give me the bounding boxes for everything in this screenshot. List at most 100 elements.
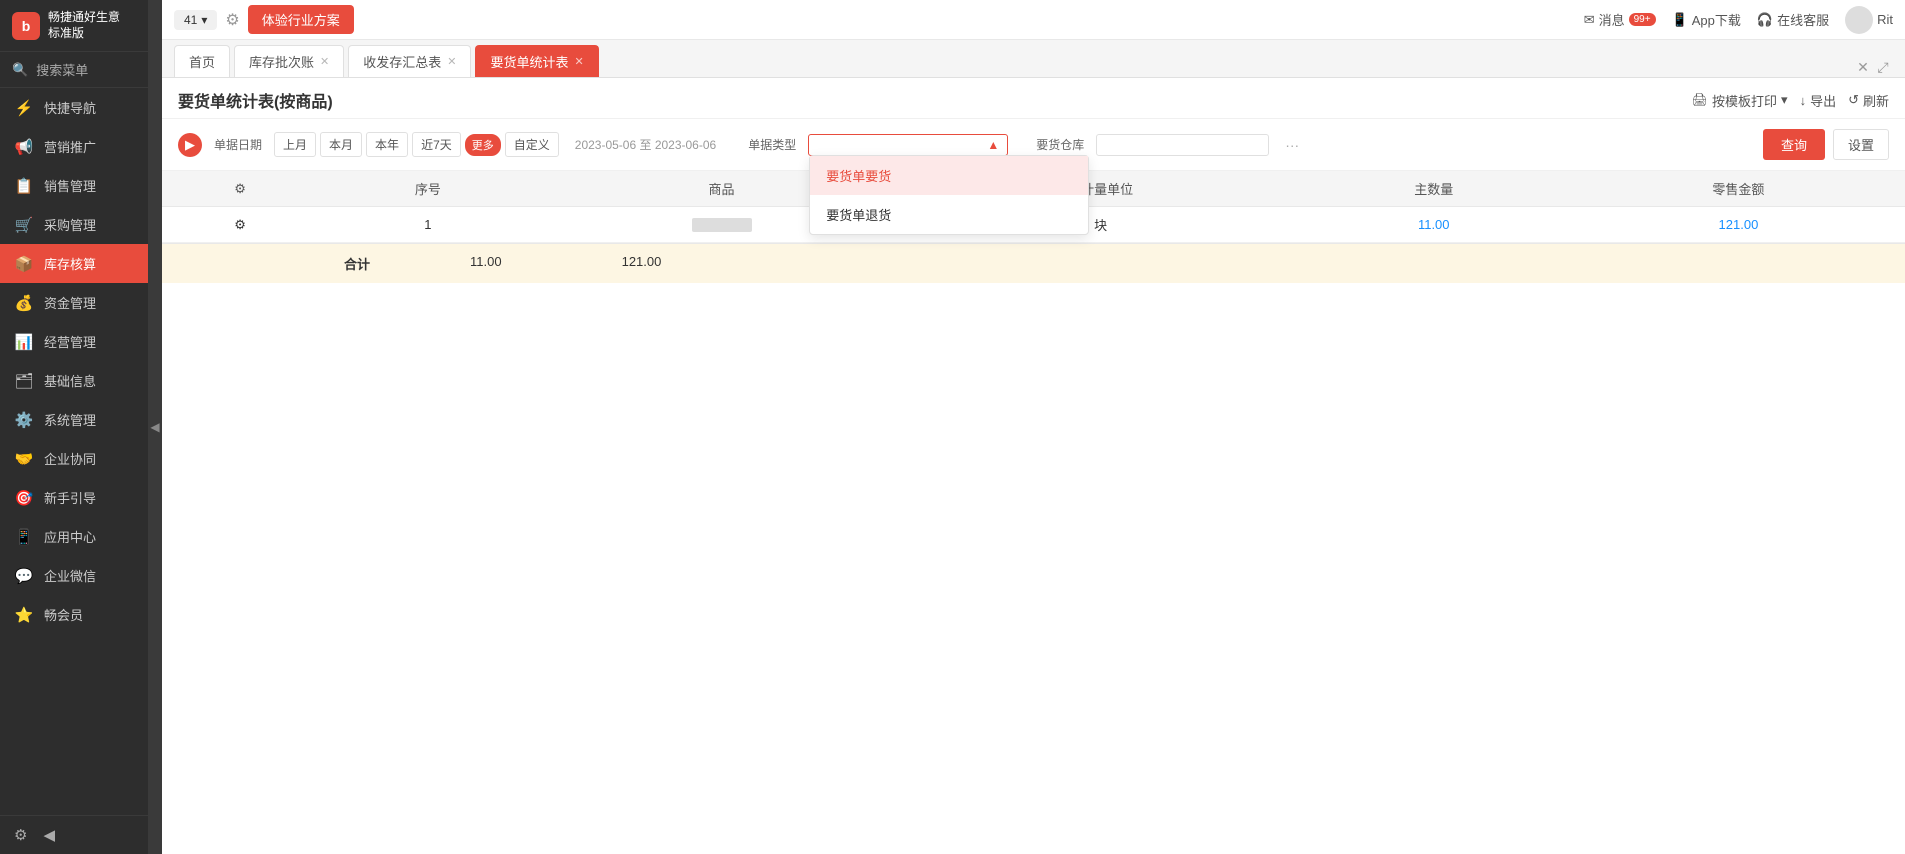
footer-qty: 11.00 — [470, 254, 502, 273]
logo-icon: b — [12, 12, 40, 40]
app-version: 标准版 — [48, 26, 120, 42]
filter-actions: 查询 设置 — [1763, 129, 1889, 160]
nav-label-finance: 资金管理 — [44, 293, 96, 312]
username-label: Rit — [1877, 12, 1893, 27]
sidebar-bottom: ⚙ ◀ — [0, 815, 148, 854]
main-area: 41 ▾ ⚙ 体验行业方案 ✉ 消息 99+ 📱 App下载 🎧 在线客服 R — [162, 0, 1905, 854]
nav-icon-inventory: 📦 — [14, 255, 34, 273]
type-select-box[interactable]: ▲ 要货单要货要货单退货 — [808, 134, 1008, 156]
tab-home[interactable]: 首页 — [174, 45, 230, 77]
tab-close-recv-send-summary[interactable]: ✕ — [447, 55, 456, 68]
export-icon: ↓ — [1800, 93, 1807, 108]
type-filter-label: 单据类型 — [748, 136, 796, 153]
print-dropdown-icon: ▾ — [1781, 92, 1788, 108]
sidebar-item-purchase[interactable]: 🛒采购管理 — [0, 205, 148, 244]
messages-group[interactable]: ✉ 消息 99+ — [1584, 10, 1656, 29]
nav-icon-members: ⭐ — [14, 606, 34, 624]
company-selector[interactable]: 41 ▾ — [174, 10, 217, 30]
dropdown-item-要货单退货[interactable]: 要货单退货 — [810, 195, 1088, 234]
sidebar-toggle[interactable]: ◀ — [148, 0, 162, 854]
dropdown-item-要货单要货[interactable]: 要货单要货 — [810, 156, 1088, 195]
sidebar-item-app-center[interactable]: 📱应用中心 — [0, 517, 148, 556]
nav-label-basic-info: 基础信息 — [44, 371, 96, 390]
sidebar-item-finance[interactable]: 💰资金管理 — [0, 283, 148, 322]
app-download-group[interactable]: 📱 App下载 — [1672, 10, 1741, 29]
sidebar-item-marketing[interactable]: 📢营销推广 — [0, 127, 148, 166]
close-window-btn[interactable]: ✕ — [1853, 57, 1873, 77]
date-btn-this-year[interactable]: 本年 — [366, 132, 408, 157]
warehouse-select-box[interactable] — [1096, 134, 1269, 156]
export-label: 导出 — [1810, 91, 1836, 110]
date-btn-custom[interactable]: 自定义 — [505, 132, 559, 157]
messages-badge: 99+ — [1629, 13, 1656, 26]
row-no-0: 1 — [318, 207, 537, 243]
page-title: 要货单统计表(按商品) — [178, 88, 333, 112]
search-menu[interactable]: 🔍 搜索菜单 — [0, 52, 148, 88]
query-button[interactable]: 查询 — [1763, 129, 1825, 160]
warehouse-filter-label: 要货仓库 — [1036, 136, 1084, 153]
nav-label-enterprise: 企业协同 — [44, 449, 96, 468]
sidebar-item-system[interactable]: ⚙️系统管理 — [0, 400, 148, 439]
page-content: 要货单统计表(按商品) 🖨 按模板打印 ▾ ↓ 导出 ↺ 刷新 ▶ — [162, 78, 1905, 854]
message-icon: ✉ — [1584, 12, 1595, 28]
phone-icon: 📱 — [1672, 12, 1688, 28]
maximize-window-btn[interactable]: ⤢ — [1873, 57, 1893, 77]
nav-icon-quick-nav: ⚡ — [14, 99, 34, 117]
nav-icon-enterprise: 🤝 — [14, 450, 34, 468]
row-settings-0[interactable]: ⚙ — [162, 207, 318, 243]
type-select-input[interactable] — [817, 138, 987, 152]
nav-icon-system: ⚙️ — [14, 411, 34, 429]
sidebar-item-enterprise[interactable]: 🤝 企业协同 — [0, 439, 148, 478]
sidebar-item-members[interactable]: ⭐畅会员 — [0, 595, 148, 634]
collapse-icon[interactable]: ◀ — [43, 826, 55, 844]
sidebar-item-newbie[interactable]: 🎯新手引导 — [0, 478, 148, 517]
sidebar-item-inventory[interactable]: 📦库存核算 — [0, 244, 148, 283]
top-bar-left: 41 ▾ ⚙ 体验行业方案 — [174, 5, 354, 34]
filter-expand-btn[interactable]: ▶ — [178, 133, 202, 157]
export-btn[interactable]: ↓ 导出 — [1800, 91, 1837, 110]
date-btn-7days[interactable]: 近7天 — [412, 132, 461, 157]
sidebar-item-wechat[interactable]: 💬企业微信 — [0, 556, 148, 595]
tab-label-recv-send-summary: 收发存汇总表 — [363, 52, 441, 71]
trial-btn[interactable]: 体验行业方案 — [248, 5, 354, 34]
tab-recv-send-summary[interactable]: 收发存汇总表 ✕ — [348, 45, 471, 77]
top-bar-right: ✉ 消息 99+ 📱 App下载 🎧 在线客服 Rit — [1584, 6, 1893, 34]
sidebar-item-operations[interactable]: 📊经营管理 — [0, 322, 148, 361]
sidebar-item-sales[interactable]: 📋销售管理 — [0, 166, 148, 205]
tab-close-order-stats[interactable]: ✕ — [575, 55, 584, 68]
settings-icon[interactable]: ⚙ — [14, 826, 27, 844]
type-caret-icon: ▲ — [987, 138, 999, 152]
top-bar: 41 ▾ ⚙ 体验行业方案 ✉ 消息 99+ 📱 App下载 🎧 在线客服 R — [162, 0, 1905, 40]
nav-icon-marketing: 📢 — [14, 138, 34, 156]
th-qty: 主数量 — [1296, 171, 1572, 207]
date-btn-this-month[interactable]: 本月 — [320, 132, 362, 157]
dropdown-arrow-icon: ▾ — [201, 13, 207, 27]
date-btn-last-month[interactable]: 上月 — [274, 132, 316, 157]
online-service-group[interactable]: 🎧 在线客服 — [1757, 10, 1829, 29]
warehouse-select-input[interactable] — [1105, 138, 1260, 152]
sidebar-item-quick-nav[interactable]: ⚡快捷导航 — [0, 88, 148, 127]
nav-icon-basic-info: 🗂 — [14, 372, 34, 390]
row-amount-0: 121.00 — [1572, 207, 1905, 243]
sidebar-nav: ⚡快捷导航📢营销推广📋销售管理🛒采购管理📦库存核算💰资金管理📊经营管理 🗂 基础信息… — [0, 88, 148, 815]
print-btn[interactable]: 🖨 按模板打印 ▾ — [1692, 91, 1788, 110]
refresh-btn[interactable]: ↺ 刷新 — [1848, 91, 1889, 110]
tab-inventory-batch[interactable]: 库存批次账✕ — [234, 45, 344, 77]
settings-gear-icon[interactable]: ⚙ — [225, 10, 239, 30]
app-logo: b 畅捷通好生意 标准版 — [0, 0, 148, 52]
user-avatar-group[interactable]: Rit — [1845, 6, 1893, 34]
tab-close-inventory-batch[interactable]: ✕ — [320, 55, 329, 68]
tab-order-stats[interactable]: 要货单统计表✕ — [475, 45, 598, 77]
filter-more-icon[interactable]: ··· — [1285, 137, 1299, 153]
th-no: 序号 — [318, 171, 537, 207]
nav-label-wechat: 企业微信 — [44, 566, 96, 585]
date-btn-more[interactable]: 更多 — [465, 134, 501, 156]
sidebar: b 畅捷通好生意 标准版 🔍 搜索菜单 ⚡快捷导航📢营销推广📋销售管理🛒采购管理… — [0, 0, 148, 854]
settings-button[interactable]: 设置 — [1833, 129, 1889, 160]
footer-amount: 121.00 — [622, 254, 662, 273]
th-settings: ⚙ — [162, 171, 318, 207]
refresh-label: 刷新 — [1863, 91, 1889, 110]
date-range-text: 2023-05-06 至 2023-06-06 — [575, 136, 716, 153]
nav-label-operations: 经营管理 — [44, 332, 96, 351]
sidebar-item-basic-info[interactable]: 🗂 基础信息 — [0, 361, 148, 400]
